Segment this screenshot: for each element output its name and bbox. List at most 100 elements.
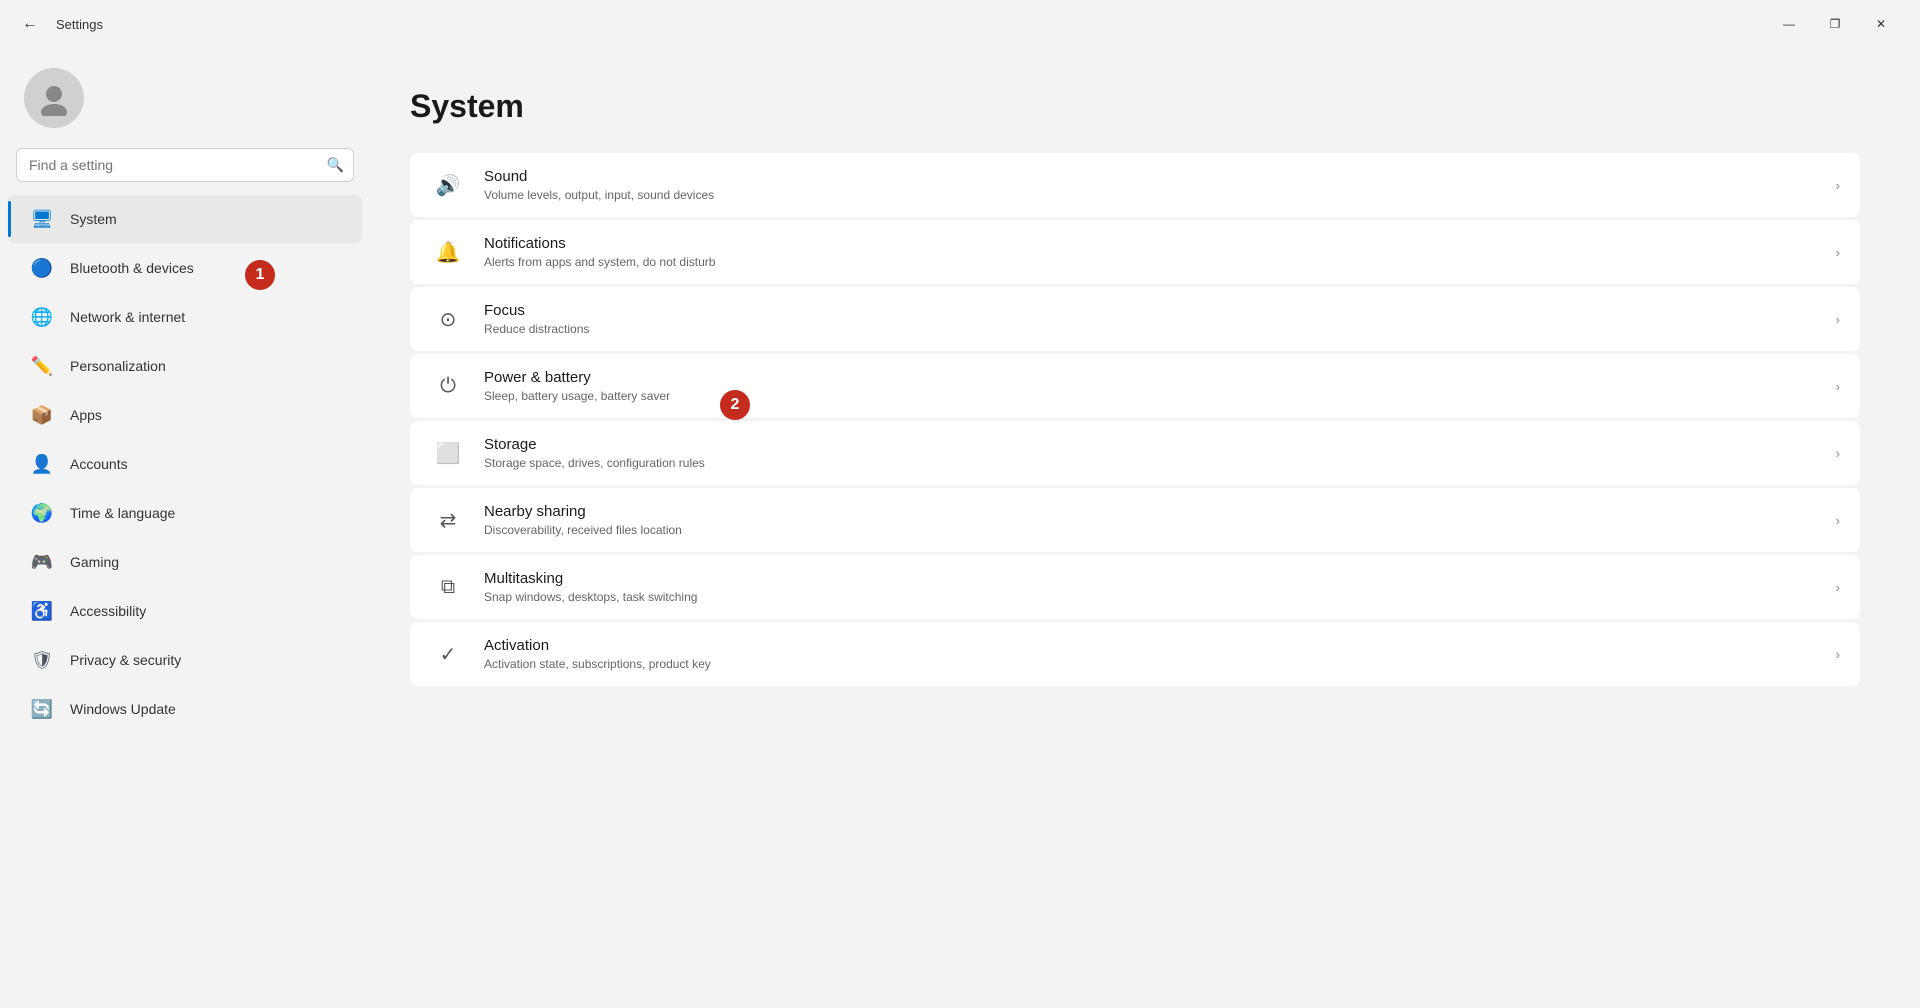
app-body: 🔍 🖥 System 🔵 Bluetooth & devices 🌐 Network & … bbox=[0, 48, 1920, 1008]
sidebar-item-gaming[interactable]: 🎮 Gaming bbox=[8, 538, 362, 586]
setting-name-nearby: Nearby sharing bbox=[484, 503, 1818, 520]
search-icon: 🔍 bbox=[327, 157, 344, 174]
privacy-icon: 🛡 bbox=[28, 646, 56, 674]
sidebar-item-network[interactable]: 🌐 Network & internet bbox=[8, 293, 362, 341]
chevron-icon: › bbox=[1836, 245, 1840, 260]
sidebar-item-bluetooth[interactable]: 🔵 Bluetooth & devices bbox=[8, 244, 362, 292]
sidebar-label-update: Windows Update bbox=[70, 701, 176, 717]
setting-text-power: Power & battery Sleep, battery usage, bat… bbox=[484, 369, 1818, 403]
setting-text-activation: Activation Activation state, subscription… bbox=[484, 637, 1818, 671]
sidebar: 🔍 🖥 System 🔵 Bluetooth & devices 🌐 Network & … bbox=[0, 48, 370, 1008]
gaming-icon: 🎮 bbox=[28, 548, 56, 576]
personalization-icon: ✏️ bbox=[28, 352, 56, 380]
setting-text-nearby: Nearby sharing Discoverability, received … bbox=[484, 503, 1818, 537]
minimize-button[interactable]: — bbox=[1766, 8, 1812, 40]
power-icon: ⏻ bbox=[430, 368, 466, 404]
sidebar-label-bluetooth: Bluetooth & devices bbox=[70, 260, 194, 276]
setting-text-sound: Sound Volume levels, output, input, sound… bbox=[484, 168, 1818, 202]
chevron-icon: › bbox=[1836, 446, 1840, 461]
user-section bbox=[0, 48, 370, 148]
setting-name-activation: Activation bbox=[484, 637, 1818, 654]
sidebar-label-personalization: Personalization bbox=[70, 358, 166, 374]
focus-icon: ⊙ bbox=[430, 301, 466, 337]
back-button[interactable]: ← bbox=[16, 10, 44, 38]
setting-text-notifications: Notifications Alerts from apps and system… bbox=[484, 235, 1818, 269]
nearby-icon: ⇄ bbox=[430, 502, 466, 538]
sound-icon: 🔊 bbox=[430, 167, 466, 203]
sidebar-label-network: Network & internet bbox=[70, 309, 185, 325]
sidebar-item-privacy[interactable]: 🛡 Privacy & security bbox=[8, 636, 362, 684]
setting-desc-sound: Volume levels, output, input, sound devi… bbox=[484, 188, 1818, 202]
setting-text-focus: Focus Reduce distractions bbox=[484, 302, 1818, 336]
setting-text-storage: Storage Storage space, drives, configurat… bbox=[484, 436, 1818, 470]
sidebar-label-time: Time & language bbox=[70, 505, 175, 521]
setting-desc-multitasking: Snap windows, desktops, task switching bbox=[484, 590, 1818, 604]
main-content: System 🔊 Sound Volume levels, output, inpu… bbox=[370, 48, 1920, 726]
chevron-icon: › bbox=[1836, 647, 1840, 662]
notifications-icon: 🔔 bbox=[430, 234, 466, 270]
chevron-icon: › bbox=[1836, 178, 1840, 193]
setting-desc-nearby: Discoverability, received files location bbox=[484, 523, 1818, 537]
chevron-icon: › bbox=[1836, 312, 1840, 327]
setting-item-storage[interactable]: ⬜ Storage Storage space, drives, configura… bbox=[410, 421, 1860, 485]
window-controls: — ❐ ✕ bbox=[1766, 8, 1904, 40]
sidebar-item-system[interactable]: 🖥 System bbox=[8, 195, 362, 243]
bluetooth-icon: 🔵 bbox=[28, 254, 56, 282]
storage-icon: ⬜ bbox=[430, 435, 466, 471]
setting-name-multitasking: Multitasking bbox=[484, 570, 1818, 587]
chevron-icon: › bbox=[1836, 379, 1840, 394]
close-button[interactable]: ✕ bbox=[1858, 8, 1904, 40]
network-icon: 🌐 bbox=[28, 303, 56, 331]
content-wrapper: System 🔊 Sound Volume levels, output, inpu… bbox=[370, 48, 1920, 1008]
setting-name-sound: Sound bbox=[484, 168, 1818, 185]
avatar bbox=[24, 68, 84, 128]
sidebar-item-accessibility[interactable]: ♿ Accessibility bbox=[8, 587, 362, 635]
setting-text-multitasking: Multitasking Snap windows, desktops, task… bbox=[484, 570, 1818, 604]
sidebar-label-gaming: Gaming bbox=[70, 554, 119, 570]
setting-item-notifications[interactable]: 🔔 Notifications Alerts from apps and syste… bbox=[410, 220, 1860, 284]
sidebar-item-accounts[interactable]: 👤 Accounts bbox=[8, 440, 362, 488]
time-icon: 🌍 bbox=[28, 499, 56, 527]
sidebar-item-apps[interactable]: 📦 Apps bbox=[8, 391, 362, 439]
update-icon: 🔄 bbox=[28, 695, 56, 723]
sidebar-label-accounts: Accounts bbox=[70, 456, 128, 472]
sidebar-label-apps: Apps bbox=[70, 407, 102, 423]
setting-name-storage: Storage bbox=[484, 436, 1818, 453]
setting-item-focus[interactable]: ⊙ Focus Reduce distractions › bbox=[410, 287, 1860, 351]
setting-name-power: Power & battery bbox=[484, 369, 1818, 386]
setting-item-activation[interactable]: ✓ Activation Activation state, subscriptio… bbox=[410, 622, 1860, 686]
sidebar-nav: 🖥 System 🔵 Bluetooth & devices 🌐 Network & in… bbox=[0, 194, 370, 1008]
setting-desc-notifications: Alerts from apps and system, do not dist… bbox=[484, 255, 1818, 269]
setting-desc-activation: Activation state, subscriptions, product… bbox=[484, 657, 1818, 671]
setting-desc-focus: Reduce distractions bbox=[484, 322, 1818, 336]
search-input[interactable] bbox=[16, 148, 354, 182]
setting-item-sound[interactable]: 🔊 Sound Volume levels, output, input, soun… bbox=[410, 153, 1860, 217]
setting-desc-power: Sleep, battery usage, battery saver bbox=[484, 389, 1818, 403]
setting-item-nearby[interactable]: ⇄ Nearby sharing Discoverability, received… bbox=[410, 488, 1860, 552]
page-title: System bbox=[410, 88, 1860, 125]
accessibility-icon: ♿ bbox=[28, 597, 56, 625]
accounts-icon: 👤 bbox=[28, 450, 56, 478]
sidebar-label-accessibility: Accessibility bbox=[70, 603, 146, 619]
setting-name-notifications: Notifications bbox=[484, 235, 1818, 252]
setting-desc-storage: Storage space, drives, configuration rul… bbox=[484, 456, 1818, 470]
multitasking-icon: ⧉ bbox=[430, 569, 466, 605]
sidebar-item-update[interactable]: 🔄 Windows Update bbox=[8, 685, 362, 733]
sidebar-label-privacy: Privacy & security bbox=[70, 652, 181, 668]
titlebar: ← Settings — ❐ ✕ bbox=[0, 0, 1920, 48]
system-icon: 🖥 bbox=[28, 205, 56, 233]
search-box[interactable]: 🔍 bbox=[16, 148, 354, 182]
chevron-icon: › bbox=[1836, 580, 1840, 595]
setting-item-multitasking[interactable]: ⧉ Multitasking Snap windows, desktops, tas… bbox=[410, 555, 1860, 619]
setting-item-power[interactable]: ⏻ Power & battery Sleep, battery usage, ba… bbox=[410, 354, 1860, 418]
activation-icon: ✓ bbox=[430, 636, 466, 672]
settings-list: 🔊 Sound Volume levels, output, input, soun… bbox=[410, 153, 1860, 686]
sidebar-label-system: System bbox=[70, 211, 117, 227]
setting-name-focus: Focus bbox=[484, 302, 1818, 319]
apps-icon: 📦 bbox=[28, 401, 56, 429]
sidebar-item-personalization[interactable]: ✏️ Personalization bbox=[8, 342, 362, 390]
chevron-icon: › bbox=[1836, 513, 1840, 528]
sidebar-item-time[interactable]: 🌍 Time & language bbox=[8, 489, 362, 537]
app-title: Settings bbox=[56, 17, 1754, 32]
maximize-button[interactable]: ❐ bbox=[1812, 8, 1858, 40]
